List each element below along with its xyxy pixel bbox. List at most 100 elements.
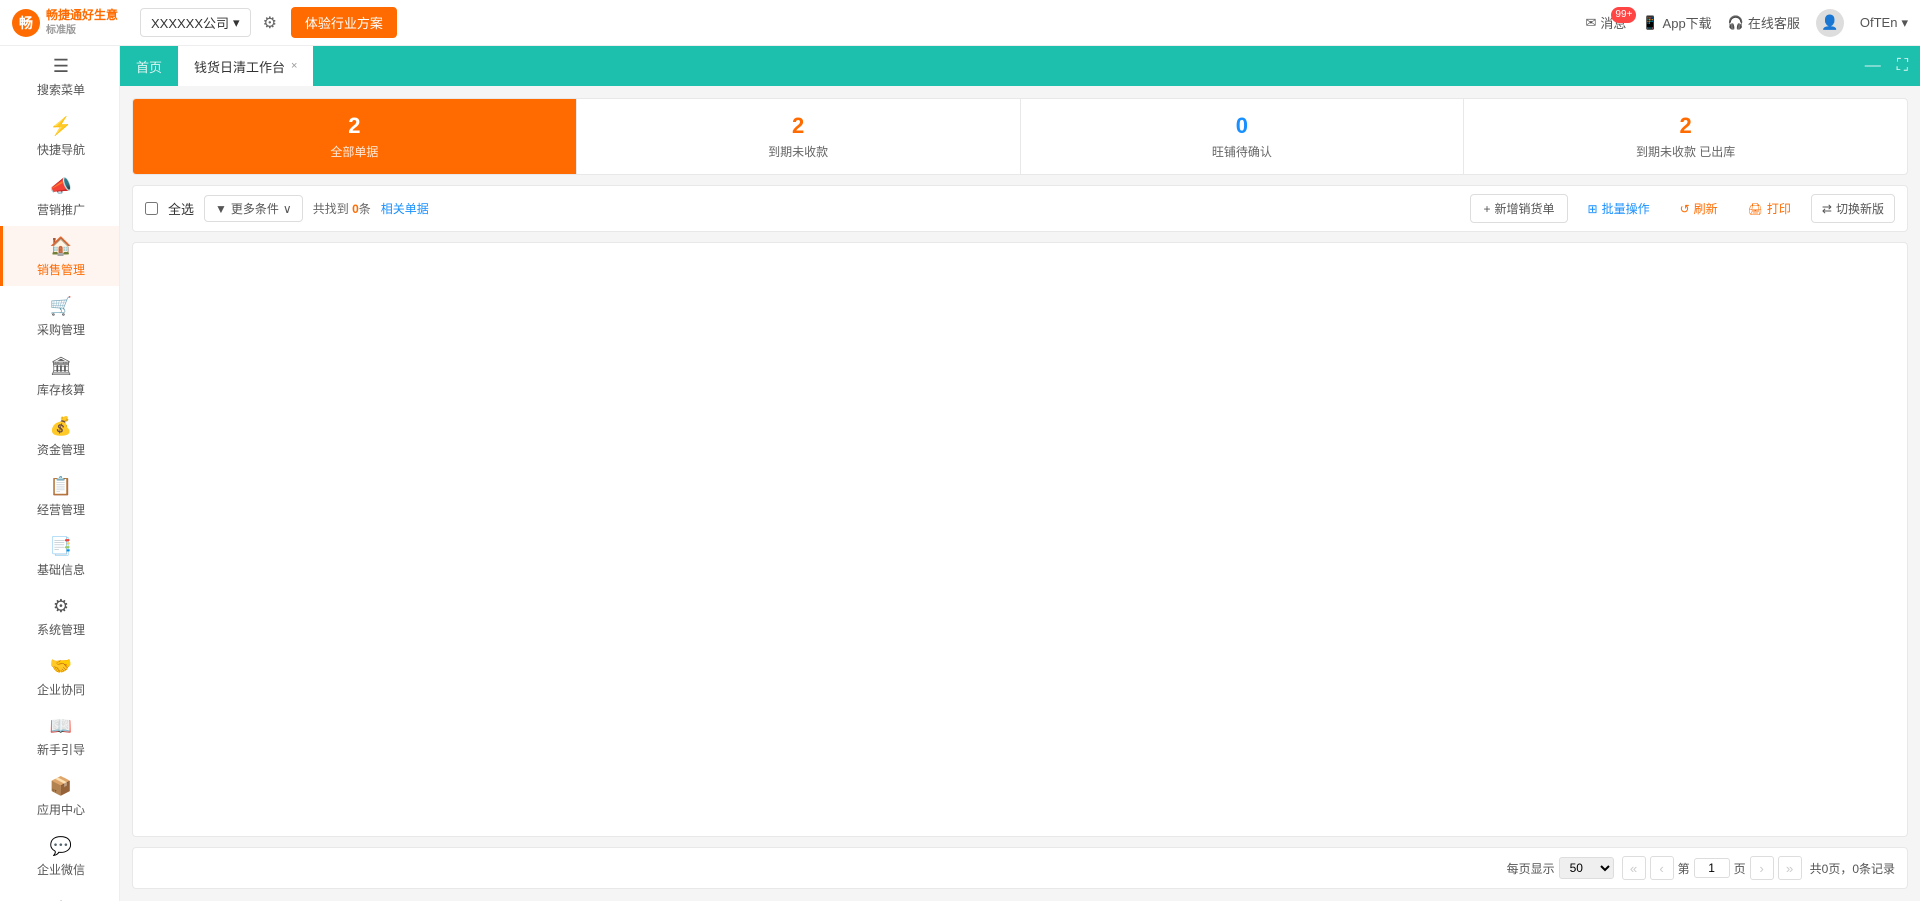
sidebar-item-appcenter[interactable]: 📦 应用中心 bbox=[0, 766, 119, 826]
sidebar-item-sales[interactable]: 🏠 销售管理 bbox=[0, 226, 119, 286]
stat-number-shipped: 2 bbox=[1680, 113, 1692, 139]
filter-button[interactable]: ▼ 更多条件 ∨ bbox=[204, 195, 303, 222]
sidebar-item-finance[interactable]: 💰 资金管理 bbox=[0, 406, 119, 466]
page-next-button[interactable]: › bbox=[1750, 856, 1774, 880]
logo-icon: 畅 bbox=[12, 9, 40, 37]
basicinfo-icon: 📑 bbox=[50, 536, 72, 557]
main-content: 2 全部单据 2 到期未收款 0 旺铺待确认 2 到期未收款 已出库 全选 bbox=[120, 86, 1920, 901]
related-orders-link[interactable]: 相关单据 bbox=[381, 200, 429, 217]
chevron-down-icon: ▾ bbox=[233, 15, 240, 31]
settings-icon[interactable]: ⚙ bbox=[259, 9, 281, 37]
headset-icon: 🎧 bbox=[1728, 15, 1744, 31]
enterprise-icon: 🤝 bbox=[50, 656, 72, 677]
stats-row: 2 全部单据 2 到期未收款 0 旺铺待确认 2 到期未收款 已出库 bbox=[132, 98, 1908, 175]
sidebar-item-inventory[interactable]: 🏛 库存核算 bbox=[0, 346, 119, 406]
user-chevron-icon: ▾ bbox=[1901, 15, 1908, 31]
avatar[interactable]: 👤 bbox=[1816, 9, 1844, 37]
sidebar: ☰ 搜索菜单 ⚡ 快捷导航 📣 营销推广 🏠 销售管理 🛒 采购管理 🏛 库存核… bbox=[0, 46, 120, 901]
search-menu-icon: ☰ bbox=[53, 56, 69, 77]
filter-icon: ▼ bbox=[215, 202, 227, 216]
stat-label-pending: 旺铺待确认 bbox=[1212, 143, 1272, 160]
page-size-select: 每页显示 50 100 200 bbox=[1507, 857, 1614, 879]
toolbar: 全选 ▼ 更多条件 ∨ 共找到 0条 相关单据 + 新增销货单 ⊞ 批 bbox=[132, 185, 1908, 232]
page-prev-button[interactable]: ‹ bbox=[1650, 856, 1674, 880]
per-page-label: 每页显示 bbox=[1507, 860, 1555, 877]
switch-icon: ⇄ bbox=[1822, 202, 1832, 216]
page-text-prefix: 第 bbox=[1678, 860, 1690, 877]
window-maximize-icon[interactable]: ⛶ bbox=[1893, 53, 1912, 79]
finance-icon: 💰 bbox=[50, 416, 72, 437]
sidebar-item-search[interactable]: ☰ 搜索菜单 bbox=[0, 46, 119, 106]
add-order-button[interactable]: + 新增销货单 bbox=[1470, 194, 1567, 223]
sidebar-item-purchase[interactable]: 🛒 采购管理 bbox=[0, 286, 119, 346]
message-icon: ✉ bbox=[1585, 15, 1596, 31]
tab-home[interactable]: 首页 bbox=[120, 46, 178, 86]
refresh-icon: ↺ bbox=[1680, 202, 1690, 216]
sidebar-item-enterprise[interactable]: 🤝 企业协同 bbox=[0, 646, 119, 706]
stat-label-shipped: 到期未收款 已出库 bbox=[1636, 143, 1735, 160]
window-minimize-icon[interactable]: — bbox=[1861, 53, 1885, 79]
appcenter-icon: 📦 bbox=[50, 776, 72, 797]
batch-button[interactable]: ⊞ 批量操作 bbox=[1578, 195, 1660, 222]
toolbar-left: 全选 ▼ 更多条件 ∨ 共找到 0条 相关单据 bbox=[145, 195, 1460, 222]
stat-label-all: 全部单据 bbox=[330, 143, 378, 160]
print-button[interactable]: 🖨 打印 bbox=[1738, 195, 1801, 222]
tab-close-icon[interactable]: × bbox=[291, 60, 297, 72]
marketing-icon: 📣 bbox=[50, 176, 72, 197]
sidebar-item-marketing[interactable]: 📣 营销推广 bbox=[0, 166, 119, 226]
add-icon: + bbox=[1483, 202, 1490, 216]
trial-button[interactable]: 体验行业方案 bbox=[291, 7, 397, 38]
sidebar-item-guide[interactable]: 📖 新手引导 bbox=[0, 706, 119, 766]
sidebar-item-system[interactable]: ⚙ 系统管理 bbox=[0, 586, 119, 646]
stat-number-all: 2 bbox=[348, 113, 360, 139]
page-nav: « ‹ 第 页 › » bbox=[1622, 856, 1802, 880]
toolbar-right: + 新增销货单 ⊞ 批量操作 ↺ 刷新 🖨 打印 ⇄ 切换新版 bbox=[1470, 194, 1895, 223]
sidebar-item-operations[interactable]: 📋 经营管理 bbox=[0, 466, 119, 526]
appdown-icon: 📱 bbox=[1642, 15, 1658, 31]
batch-icon: ⊞ bbox=[1588, 202, 1598, 216]
total-label: 共0页，0条记录 bbox=[1810, 860, 1895, 877]
stat-card-overdue[interactable]: 2 到期未收款 bbox=[577, 99, 1021, 174]
wechat-icon: 💬 bbox=[50, 836, 72, 857]
message-action[interactable]: ✉ 消息 99+ bbox=[1585, 13, 1626, 32]
page-input[interactable] bbox=[1694, 858, 1730, 878]
stat-card-shipped[interactable]: 2 到期未收款 已出库 bbox=[1464, 99, 1907, 174]
user-name[interactable]: OfTEn ▾ bbox=[1860, 15, 1908, 31]
switch-version-button[interactable]: ⇄ 切换新版 bbox=[1811, 194, 1895, 223]
appdown-action[interactable]: 📱 App下载 bbox=[1642, 13, 1711, 32]
found-text: 共找到 0条 bbox=[313, 200, 371, 217]
page-text-suffix: 页 bbox=[1734, 860, 1746, 877]
found-count: 0 bbox=[352, 202, 359, 216]
sidebar-item-quicknav[interactable]: ⚡ 快捷导航 bbox=[0, 106, 119, 166]
logo-area: 畅 畅捷通好生意 标准版 bbox=[12, 8, 132, 37]
refresh-button[interactable]: ↺ 刷新 bbox=[1670, 195, 1728, 222]
select-all-checkbox[interactable] bbox=[145, 202, 158, 215]
stat-number-overdue: 2 bbox=[792, 113, 804, 139]
system-icon: ⚙ bbox=[53, 596, 69, 617]
select-all-label: 全选 bbox=[168, 199, 194, 218]
sidebar-item-wechat[interactable]: 💬 企业微信 bbox=[0, 826, 119, 886]
stat-number-pending: 0 bbox=[1236, 113, 1248, 139]
table-area bbox=[132, 242, 1908, 837]
online-service-action[interactable]: 🎧 在线客服 bbox=[1728, 13, 1800, 32]
member-icon: ◇ bbox=[54, 896, 68, 901]
tab-workbench[interactable]: 钱货日清工作台 × bbox=[178, 46, 313, 86]
content-inner: 2 全部单据 2 到期未收款 0 旺铺待确认 2 到期未收款 已出库 全选 bbox=[120, 86, 1920, 901]
stat-label-overdue: 到期未收款 bbox=[768, 143, 828, 160]
operations-icon: 📋 bbox=[50, 476, 72, 497]
page-last-button[interactable]: » bbox=[1778, 856, 1802, 880]
top-header: 畅 畅捷通好生意 标准版 XXXXXX公司 ▾ ⚙ 体验行业方案 ✉ 消息 99… bbox=[0, 0, 1920, 46]
pagination: 每页显示 50 100 200 « ‹ 第 页 › » 共0页，0条记录 bbox=[132, 847, 1908, 889]
page-first-button[interactable]: « bbox=[1622, 856, 1646, 880]
inventory-icon: 🏛 bbox=[50, 356, 73, 377]
company-selector[interactable]: XXXXXX公司 ▾ bbox=[140, 8, 251, 37]
logo-text: 畅捷通好生意 标准版 bbox=[46, 8, 118, 37]
sidebar-item-member[interactable]: ◇ 畅会员 bbox=[0, 886, 119, 901]
sidebar-item-basicinfo[interactable]: 📑 基础信息 bbox=[0, 526, 119, 586]
per-page-dropdown[interactable]: 50 100 200 bbox=[1559, 857, 1614, 879]
purchase-icon: 🛒 bbox=[50, 296, 72, 317]
filter-chevron-icon: ∨ bbox=[283, 202, 292, 216]
stat-card-pending[interactable]: 0 旺铺待确认 bbox=[1021, 99, 1465, 174]
sales-icon: 🏠 bbox=[50, 236, 72, 257]
stat-card-all[interactable]: 2 全部单据 bbox=[133, 99, 577, 174]
